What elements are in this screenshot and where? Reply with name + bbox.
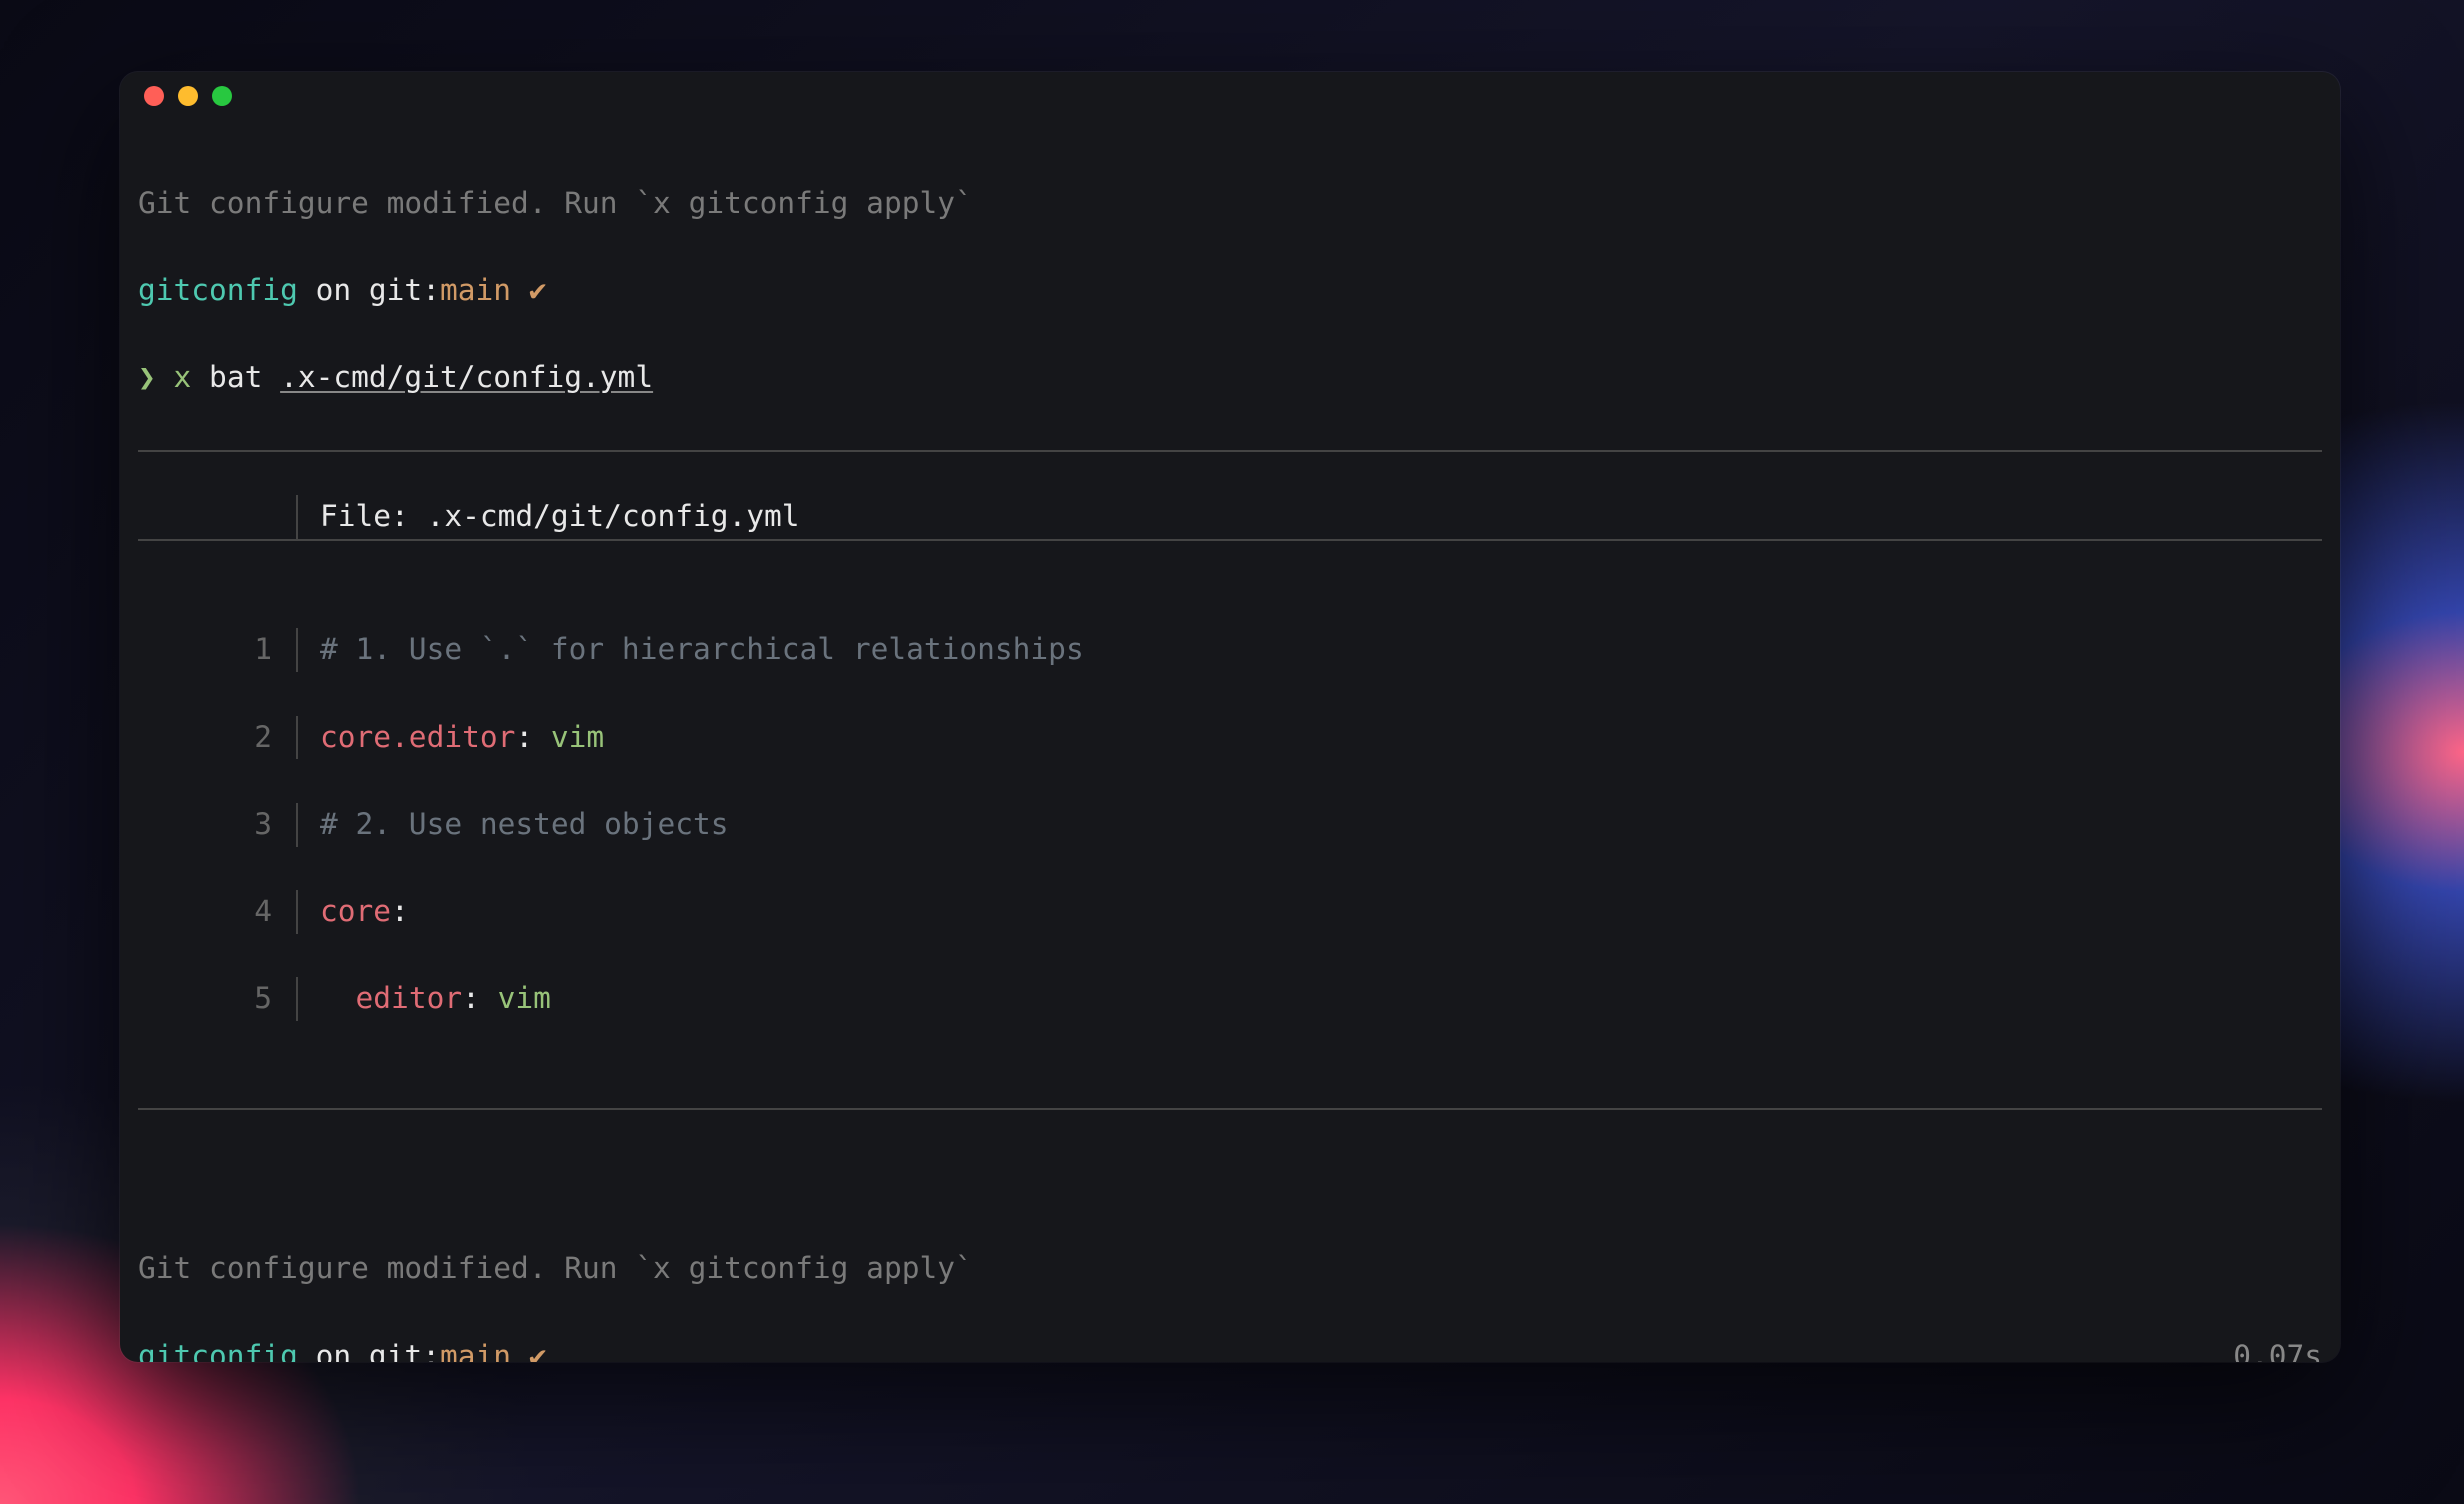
terminal-content[interactable]: Git configure modified. Run `x gitconfig…: [120, 120, 2340, 1362]
cmd-bat: bat: [191, 360, 280, 394]
bat-output: File: .x-cmd/git/config.yml 1 # 1. Use `.…: [138, 450, 2322, 1111]
prompt-dir: gitconfig: [138, 1339, 298, 1362]
timing: 0.07s: [2233, 1335, 2322, 1362]
file-label: File:: [320, 499, 427, 533]
cmd-path: .x-cmd/git/config.yml: [280, 360, 653, 394]
yaml-value: vim: [551, 720, 604, 754]
status-message: Git configure modified. Run `x gitconfig…: [138, 186, 973, 220]
yaml-key: core.editor: [320, 720, 515, 754]
yaml-key: core: [320, 894, 391, 928]
code-comment: # 2. Use nested objects: [320, 807, 729, 841]
check-icon: ✔: [511, 273, 547, 307]
window-titlebar: [120, 72, 2340, 120]
minimize-icon[interactable]: [178, 86, 198, 106]
cmd-x: x: [174, 360, 192, 394]
line-number: 4: [138, 890, 298, 934]
line-number: 2: [138, 716, 298, 760]
file-path: .x-cmd/git/config.yml: [427, 499, 800, 533]
maximize-icon[interactable]: [212, 86, 232, 106]
yaml-value: vim: [498, 981, 551, 1015]
terminal-window[interactable]: Git configure modified. Run `x gitconfig…: [120, 72, 2340, 1362]
line-number: 1: [138, 628, 298, 672]
close-icon[interactable]: [144, 86, 164, 106]
bat-gutter: [138, 495, 298, 539]
prompt-branch: main: [440, 1339, 511, 1362]
prompt-on: on: [298, 273, 369, 307]
line-number: 5: [138, 977, 298, 1021]
yaml-key: editor: [356, 981, 463, 1015]
status-message: Git configure modified. Run `x gitconfig…: [138, 1251, 973, 1285]
check-icon: ✔: [511, 1339, 547, 1362]
prompt-symbol: ❯: [138, 360, 156, 394]
prompt-git: git:: [369, 273, 440, 307]
prompt-branch: main: [440, 273, 511, 307]
prompt-dir: gitconfig: [138, 273, 298, 307]
code-comment: # 1. Use `.` for hierarchical relationsh…: [320, 632, 1084, 666]
line-number: 3: [138, 803, 298, 847]
